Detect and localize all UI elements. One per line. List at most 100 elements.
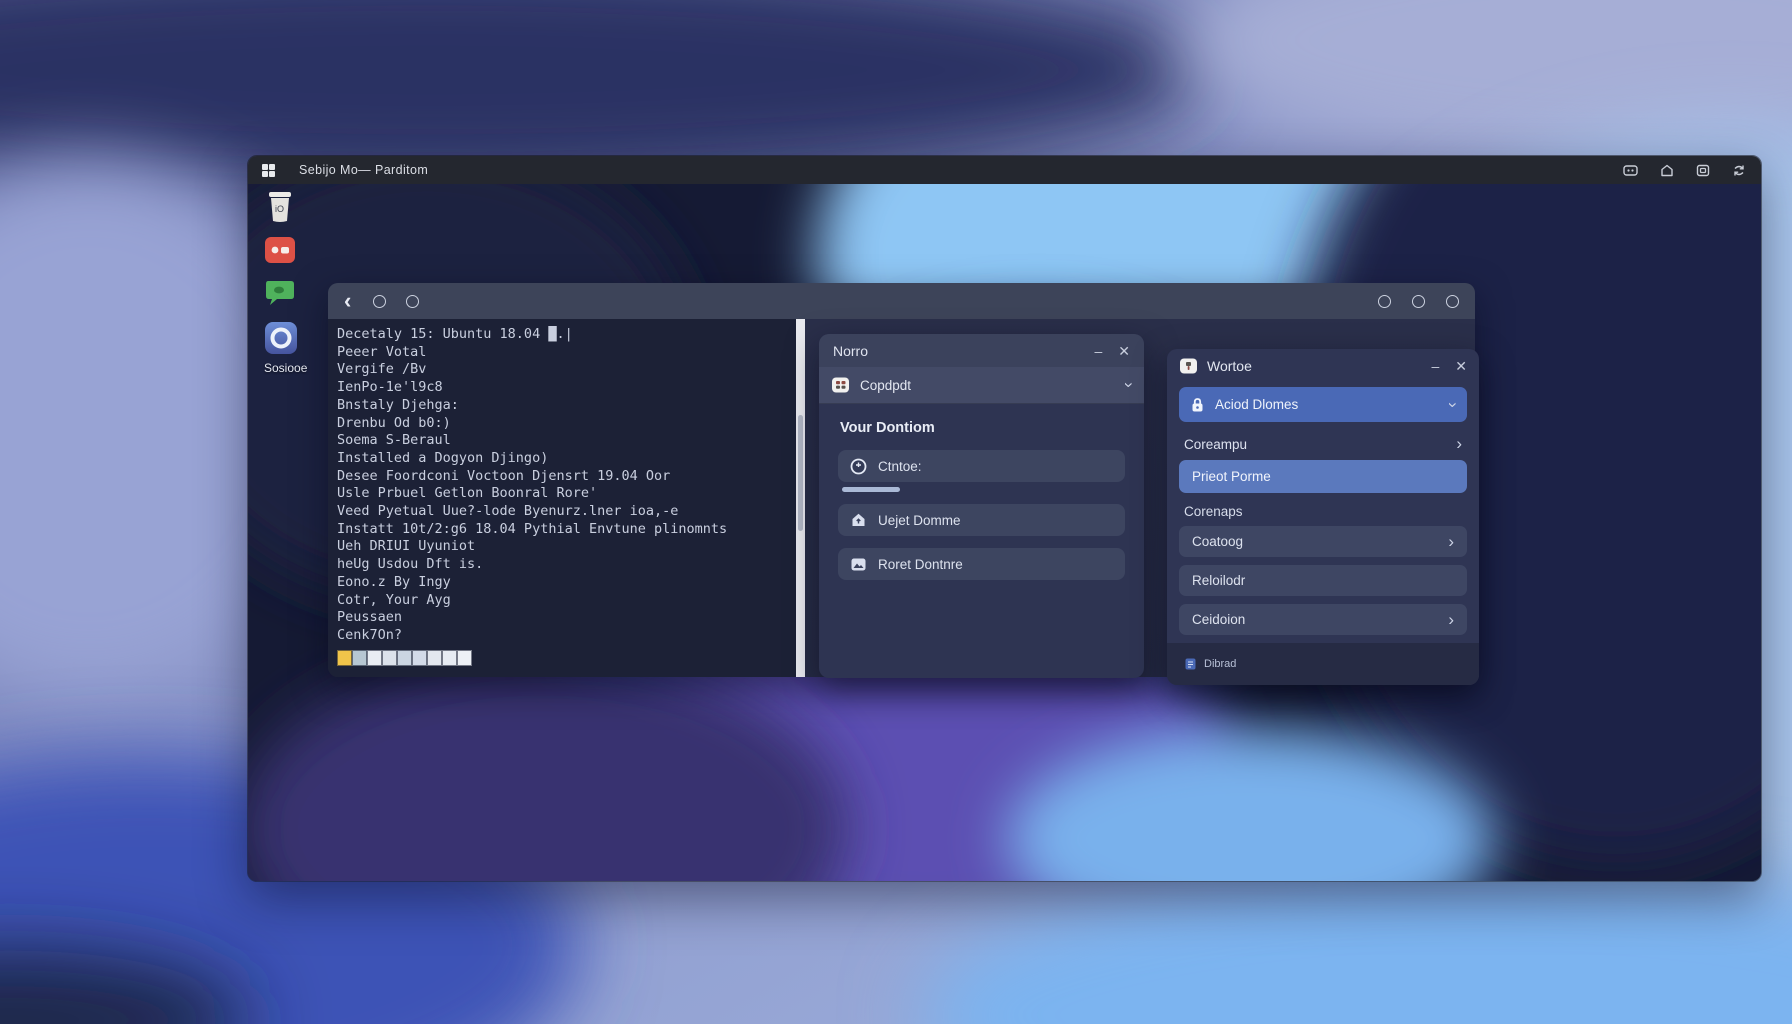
back-icon[interactable]: ‹ [344,290,351,312]
wortoe-group-label: Corenaps [1179,496,1467,526]
terminal-line: Peussaen [337,609,403,626]
terminal-color-palette [337,649,787,666]
keyboard-icon[interactable] [1622,163,1639,178]
display-icon[interactable] [1695,163,1711,178]
terminal-line: Soema S-Beraul [337,432,451,449]
wortoe-item-coreampu[interactable]: Coreampu › [1179,428,1467,460]
palette-swatch [457,649,472,666]
sync-icon[interactable] [1731,163,1747,178]
terminal-line: Desee Foordconi Voctoon Djensrt 19.04 Oo… [337,467,671,484]
palette-swatch [367,649,382,666]
chevron-down-icon: › [1120,382,1140,388]
screen: Sebijo Mo— Parditom iO Sosiooe ‹ Decetal… [0,0,1792,1024]
minimize-icon[interactable]: – [1431,359,1439,373]
palette-swatch [397,649,412,666]
wortoe-footer-label: Dibrad [1204,658,1237,670]
wortoe-selected-label: Prieot Porme [1192,469,1271,484]
apps-grid-icon[interactable] [262,163,275,177]
norro-titlebar[interactable]: Norro – ✕ [819,334,1144,367]
file-window-titlebar[interactable]: ‹ [328,283,1475,319]
vm-titlebar[interactable]: Sebijo Mo— Parditom [248,156,1761,184]
terminal-line: Cenk7On? [337,626,403,643]
terminal-line: Installed a Dogyon Djingo) [337,449,549,466]
wortoe-item-certs[interactable]: Ceidoion › [1179,604,1467,635]
terminal-line: Decetaly 15: Ubuntu 18.04 █.| [337,326,573,342]
chevron-right-icon: › [1448,609,1454,629]
close-icon[interactable]: ✕ [1118,344,1130,358]
wortoe-item-label: Reloilodr [1192,573,1246,588]
chevron-right-icon: › [1456,434,1462,453]
norro-dropdown[interactable]: Copdpdt › [819,367,1144,404]
terminal-line: IenPo-1e'l9c8 [337,379,443,396]
home-icon [852,513,865,526]
vm-window-title: Sebijo Mo— Parditom [299,163,429,177]
minimize-icon[interactable]: – [1094,344,1102,358]
wortoe-body: Aciod Dlomes › Coreampu › Prieot Porme C… [1167,383,1479,643]
wortoe-footer: Dibrad [1167,643,1479,685]
wortoe-domain-select[interactable]: Aciod Dlomes › [1179,387,1467,422]
chat-app-icon[interactable] [264,278,296,308]
terminal-line: Vergife /Bv [337,361,427,378]
norro-window: Norro – ✕ Copdpdt › Vour Dontiom Ctntoe:… [819,334,1144,678]
palette-swatch [337,649,352,666]
norro-button-root-domain[interactable]: Roret Dontnre [838,548,1125,580]
close-icon[interactable]: ✕ [1455,359,1467,373]
globe-icon [850,458,867,474]
norro-title: Norro [833,342,869,359]
chevron-right-icon: › [1448,531,1454,551]
active-indicator-bar [842,487,900,492]
scrollbar-thumb[interactable] [798,415,803,531]
terminal-line: heUg Usdou Dft is. [337,556,484,573]
norro-button-label: Uejet Domme [878,512,961,528]
window-close-circle-icon[interactable] [1446,294,1459,308]
palette-swatch [412,649,427,666]
wortoe-select-label: Aciod Dlomes [1215,397,1299,412]
wortoe-item-catalog[interactable]: Coatoog › [1179,526,1467,557]
terminal-line: Bnstaly Djehga: [337,396,459,413]
terminal-line: Veed Pyetual Uue?-lode Byenurz.lner ioa,… [337,503,679,520]
app-box-icon [1180,358,1197,374]
wortoe-item-selected[interactable]: Prieot Porme [1179,460,1467,493]
vm-desktop: iO Sosiooe ‹ Decetaly 15: Ubuntu 18.04 █… [248,184,1761,881]
terminal-line: Peeer Votal [337,343,427,360]
palette-swatch [352,649,367,666]
norro-button-label: Ctntoe: [878,458,922,474]
palette-swatch [427,649,442,666]
image-icon [851,558,866,570]
desktop-icon-column: iO Sosiooe [260,188,334,375]
home-icon[interactable] [1659,163,1675,178]
terminal-scrollbar[interactable] [796,319,805,677]
tab-circle-icon[interactable] [373,294,387,308]
tab-circle-icon[interactable] [406,294,420,308]
norro-button-center[interactable]: Ctntoe: [838,450,1125,482]
window-maximize-circle-icon[interactable] [1412,294,1425,308]
wortoe-titlebar[interactable]: Wortoe – ✕ [1167,349,1479,383]
window-minimize-circle-icon[interactable] [1378,294,1391,308]
terminal-line: Usle Prbuel Getlon Boonral Rore' [337,485,598,502]
chevron-down-icon: › [1444,401,1464,408]
desktop-icon-label: Sosiooe [264,361,308,375]
terminal-line: Instatt 10t/2:g6 18.04 Pythial Envtune p… [337,520,728,537]
terminal-line: Drenbu Od b0:) [337,414,451,431]
video-app-icon[interactable] [264,236,296,264]
document-icon [1185,658,1196,670]
browser-app-icon[interactable] [264,321,298,355]
wortoe-title: Wortoe [1207,358,1252,374]
terminal-pane[interactable]: Decetaly 15: Ubuntu 18.04 █.| Peeer Vota… [328,319,796,677]
norro-button-user-domain[interactable]: Uejet Domme [838,504,1125,536]
terminal-line: Eono.z By Ingy [337,573,451,590]
lock-icon [1192,397,1203,411]
palette-swatch [382,649,397,666]
wortoe-window: Wortoe – ✕ Aciod Dlomes › Coreampu › Pri… [1167,349,1479,685]
wortoe-item-label: Coatoog [1192,534,1244,549]
trash-icon[interactable]: iO [264,188,296,224]
norro-section-heading: Vour Dontiom [840,420,935,436]
terminal-line: Cotr, Your Ayg [337,591,451,608]
wortoe-group-label-text: Corenaps [1184,503,1243,519]
package-icon [832,377,849,393]
norro-body: Vour Dontiom Ctntoe: Uejet Domme Roret D… [819,404,1144,580]
wortoe-item-reload[interactable]: Reloilodr [1179,565,1467,596]
terminal-line: Ueh DRIUI Uyuniot [337,538,476,555]
norro-dropdown-label: Copdpdt [860,377,912,393]
norro-button-label: Roret Dontnre [878,556,963,572]
